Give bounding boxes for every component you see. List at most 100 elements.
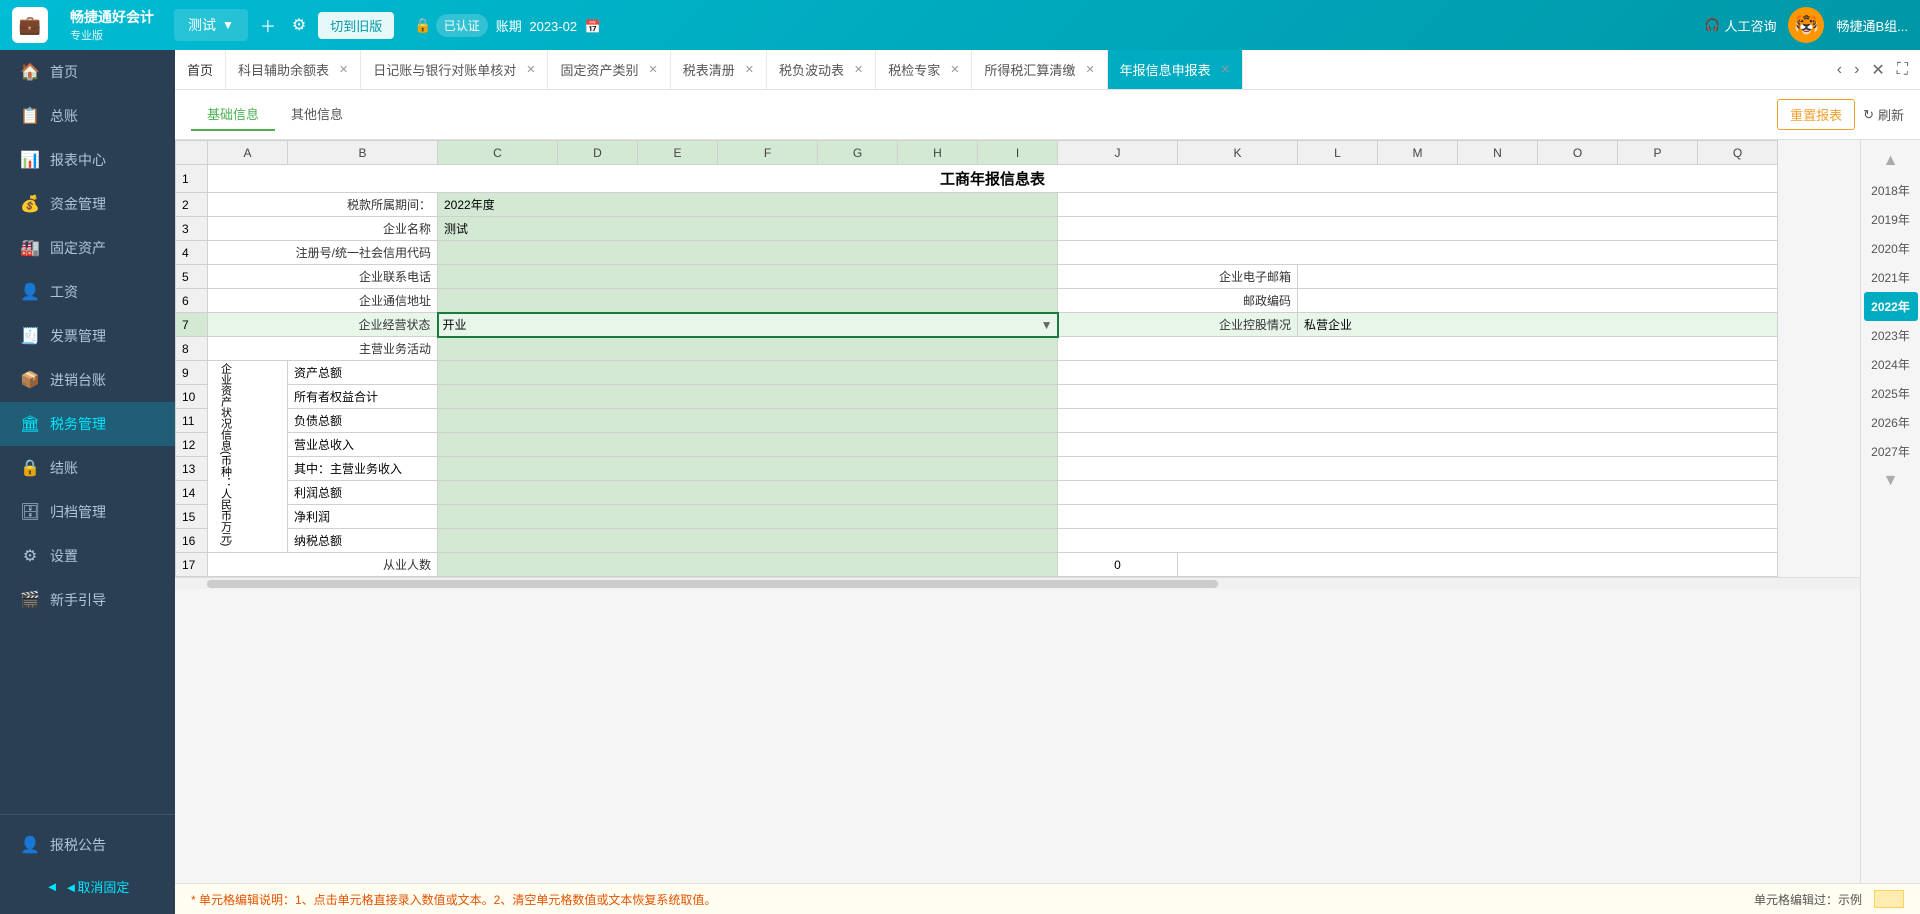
- sidebar-item-settings[interactable]: ⚙ 设置: [0, 534, 175, 578]
- sidebar-item-guide[interactable]: 🎬 新手引导: [0, 578, 175, 622]
- sidebar-item-purchase[interactable]: 📦 进销台账: [0, 358, 175, 402]
- calendar-icon[interactable]: 📅: [585, 19, 601, 34]
- reset-btn[interactable]: 重置报表: [1777, 99, 1855, 130]
- dropdown-arrow-icon[interactable]: ▼: [1041, 318, 1053, 332]
- refresh-btn[interactable]: ↻ 刷新: [1863, 105, 1904, 124]
- col-header-q[interactable]: Q: [1698, 141, 1778, 165]
- year-item-2026年[interactable]: 2026年: [1864, 408, 1918, 437]
- settings-icon[interactable]: ⚙: [288, 11, 310, 39]
- tab-tax_change[interactable]: 税负波动表✕: [767, 50, 876, 89]
- service-btn[interactable]: 🎧 人工咨询: [1704, 16, 1776, 35]
- tab-tax_expert[interactable]: 税检专家✕: [876, 50, 972, 89]
- tab-other[interactable]: 其他信息: [275, 98, 359, 131]
- col-header-c[interactable]: C: [438, 141, 558, 165]
- tab-close-all-btn[interactable]: ✕: [1867, 58, 1888, 82]
- col-header-g[interactable]: G: [818, 141, 898, 165]
- row2-label: 税款所属期间：: [208, 193, 438, 217]
- col-header-m[interactable]: M: [1378, 141, 1458, 165]
- sidebar-item-report[interactable]: 📊 报表中心: [0, 138, 175, 182]
- row7-dropdown-cell[interactable]: 开业 ▼: [438, 313, 1058, 337]
- row11-value[interactable]: [438, 409, 1058, 433]
- sidebar-item-ledger[interactable]: 📋 总账: [0, 94, 175, 138]
- row15-value[interactable]: [438, 505, 1058, 529]
- sidebar-item-close[interactable]: 🔒 结账: [0, 446, 175, 490]
- sidebar-item-archive[interactable]: 🗄 归档管理: [0, 490, 175, 534]
- tab-close-journal[interactable]: ✕: [526, 63, 535, 76]
- table-row[interactable]: 7 企业经营状态 开业 ▼ 企业控股情况 私营企业: [176, 313, 1778, 337]
- tab-tax_form[interactable]: 税表清册✕: [671, 50, 767, 89]
- tab-tax_calc[interactable]: 所得税汇算清缴✕: [972, 50, 1107, 89]
- tab-fixed_assets[interactable]: 固定资产类别✕: [548, 50, 670, 89]
- col-header-d[interactable]: D: [558, 141, 638, 165]
- row10-value[interactable]: [438, 385, 1058, 409]
- tab-close-tax_form[interactable]: ✕: [745, 63, 754, 76]
- col-header-a[interactable]: A: [208, 141, 288, 165]
- spreadsheet-main[interactable]: A B C D E F G H I J K L: [175, 140, 1860, 883]
- year-item-2019年[interactable]: 2019年: [1864, 205, 1918, 234]
- col-header-h[interactable]: H: [898, 141, 978, 165]
- col-header-k[interactable]: K: [1178, 141, 1298, 165]
- row6-address[interactable]: [438, 289, 1058, 313]
- col-header-n[interactable]: N: [1458, 141, 1538, 165]
- sidebar-item-home[interactable]: 🏠 首页: [0, 50, 175, 94]
- sidebar-item-invoice[interactable]: 🧾 发票管理: [0, 314, 175, 358]
- tab-next-btn[interactable]: ›: [1850, 59, 1863, 81]
- tab-home[interactable]: 首页: [175, 50, 226, 89]
- tab-journal[interactable]: 日记账与银行对账单核对✕: [361, 50, 548, 89]
- sidebar-item-salary[interactable]: 👤 工资: [0, 270, 175, 314]
- tab-close-tax_change[interactable]: ✕: [854, 63, 863, 76]
- row5-email[interactable]: [1298, 265, 1778, 289]
- row14-value[interactable]: [438, 481, 1058, 505]
- tab-close-aux[interactable]: ✕: [339, 63, 348, 76]
- old-version-btn[interactable]: 切到旧版: [318, 12, 394, 39]
- row16-value[interactable]: [438, 529, 1058, 553]
- tab-prev-btn[interactable]: ‹: [1833, 59, 1846, 81]
- col-header-i[interactable]: I: [978, 141, 1058, 165]
- tab-aux[interactable]: 科目辅助余额表✕: [226, 50, 361, 89]
- year-down-btn[interactable]: ▼: [1879, 468, 1903, 494]
- col-header-f[interactable]: F: [718, 141, 818, 165]
- row8-value[interactable]: [438, 337, 1058, 361]
- row4-value[interactable]: [438, 241, 1058, 265]
- tab-close-tax_expert[interactable]: ✕: [950, 63, 959, 76]
- year-item-2020年[interactable]: 2020年: [1864, 234, 1918, 263]
- col-header-j[interactable]: J: [1058, 141, 1178, 165]
- current-tab[interactable]: 测试 ▼: [174, 9, 248, 41]
- tab-expand-btn[interactable]: ⛶: [1893, 59, 1912, 81]
- row2-value[interactable]: 2022年度: [438, 193, 1058, 217]
- tab-basic[interactable]: 基础信息: [191, 98, 275, 131]
- col-header-o[interactable]: O: [1538, 141, 1618, 165]
- sidebar-item-unknown[interactable]: 👤 报税公告: [0, 823, 175, 867]
- tab-annual[interactable]: 年报信息申报表✕: [1108, 50, 1243, 89]
- tab-close-annual[interactable]: ✕: [1221, 63, 1230, 76]
- pin-btn[interactable]: ◄ ◄取消固定: [0, 867, 175, 906]
- sidebar-item-label-settings: 设置: [50, 546, 78, 566]
- sidebar-item-finance[interactable]: 💰 资金管理: [0, 182, 175, 226]
- year-item-2024年[interactable]: 2024年: [1864, 350, 1918, 379]
- row17-value[interactable]: [438, 553, 1058, 577]
- year-item-2021年[interactable]: 2021年: [1864, 263, 1918, 292]
- row9-value[interactable]: [438, 361, 1058, 385]
- col-header-l[interactable]: L: [1298, 141, 1378, 165]
- row3-value[interactable]: 测试: [438, 217, 1058, 241]
- add-icon[interactable]: ＋: [256, 9, 280, 41]
- sidebar-item-fixed[interactable]: 🏭 固定资产: [0, 226, 175, 270]
- year-item-2025年[interactable]: 2025年: [1864, 379, 1918, 408]
- row13-value[interactable]: [438, 457, 1058, 481]
- year-up-btn[interactable]: ▲: [1879, 148, 1903, 174]
- row7-control-value[interactable]: 私营企业: [1298, 313, 1778, 337]
- col-header-e[interactable]: E: [638, 141, 718, 165]
- col-header-p[interactable]: P: [1618, 141, 1698, 165]
- tab-close-fixed_assets[interactable]: ✕: [649, 63, 658, 76]
- tab-dropdown-arrow[interactable]: ▼: [222, 18, 234, 32]
- year-item-2027年[interactable]: 2027年: [1864, 437, 1918, 466]
- year-item-2018年[interactable]: 2018年: [1864, 176, 1918, 205]
- year-item-2022年[interactable]: 2022年: [1864, 292, 1918, 321]
- row5-phone[interactable]: [438, 265, 1058, 289]
- sidebar-item-tax[interactable]: 🏛 税务管理: [0, 402, 175, 446]
- tab-close-tax_calc[interactable]: ✕: [1085, 63, 1094, 76]
- col-header-b[interactable]: B: [288, 141, 438, 165]
- year-item-2023年[interactable]: 2023年: [1864, 321, 1918, 350]
- row12-value[interactable]: [438, 433, 1058, 457]
- row6-postal[interactable]: [1298, 289, 1778, 313]
